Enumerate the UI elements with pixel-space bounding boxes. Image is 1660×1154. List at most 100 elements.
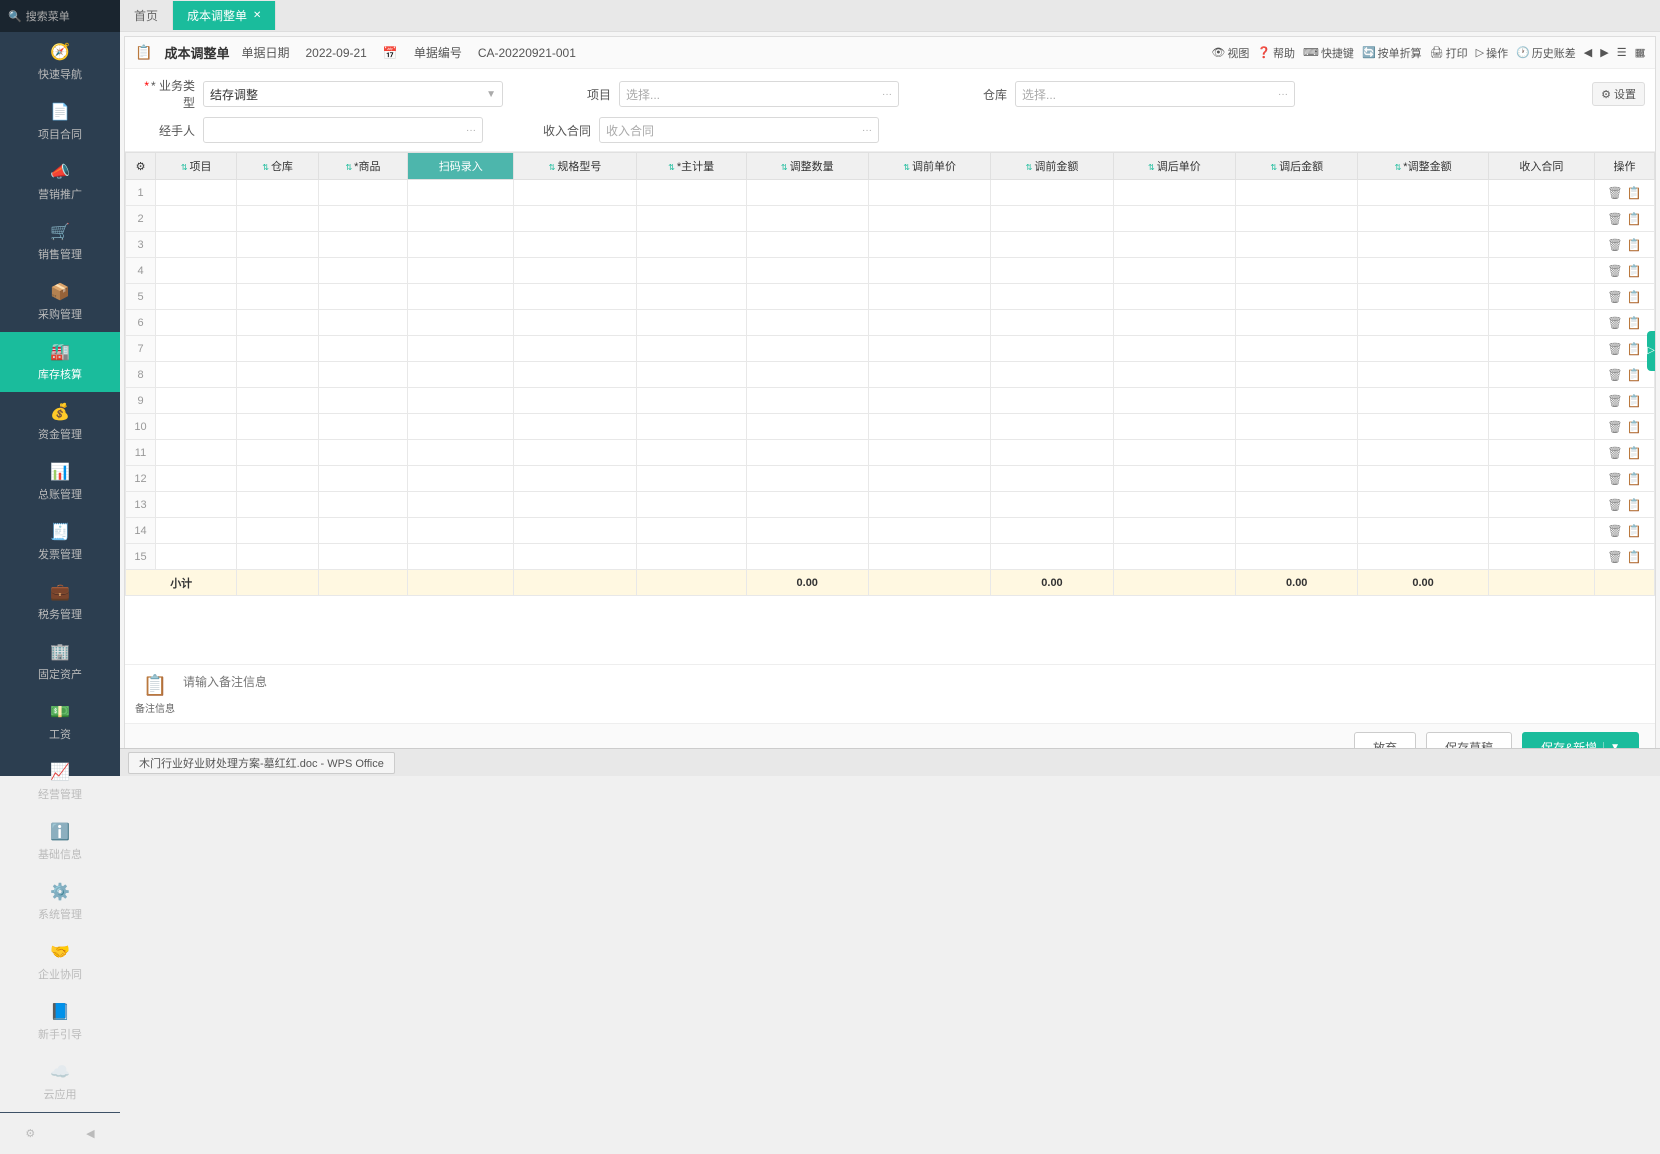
cell-spec[interactable] bbox=[514, 232, 636, 258]
copy-row-icon[interactable]: 📋 bbox=[1627, 472, 1642, 486]
delete-row-icon[interactable]: 🗑 bbox=[1607, 238, 1622, 252]
cell-adj-qty[interactable] bbox=[746, 284, 868, 310]
cell-income-contract[interactable] bbox=[1488, 310, 1594, 336]
cell-warehouse[interactable] bbox=[237, 310, 318, 336]
cell-spec[interactable] bbox=[514, 414, 636, 440]
cell-before-amount[interactable] bbox=[991, 284, 1113, 310]
cell-scan[interactable] bbox=[408, 206, 514, 232]
delete-row-icon[interactable]: 🗑 bbox=[1607, 524, 1622, 538]
notes-input[interactable] bbox=[183, 673, 1645, 703]
cell-goods[interactable] bbox=[318, 232, 407, 258]
cell-spec[interactable] bbox=[514, 544, 636, 570]
delete-row-icon[interactable]: 🗑 bbox=[1607, 186, 1622, 200]
cell-adj-amount[interactable] bbox=[1358, 258, 1488, 284]
cell-before-unit-price[interactable] bbox=[868, 544, 990, 570]
cell-adj-amount[interactable] bbox=[1358, 414, 1488, 440]
cell-unit[interactable] bbox=[636, 310, 746, 336]
cell-adj-qty[interactable] bbox=[746, 258, 868, 284]
table-row[interactable]: 2 🗑 📋 bbox=[126, 206, 1655, 232]
cell-project[interactable] bbox=[156, 466, 237, 492]
cell-spec[interactable] bbox=[514, 180, 636, 206]
cell-warehouse[interactable] bbox=[237, 440, 318, 466]
sidebar-item-company-coop[interactable]: 🤝 企业协同 bbox=[0, 932, 120, 992]
cell-after-amount[interactable] bbox=[1236, 466, 1358, 492]
cell-warehouse[interactable] bbox=[237, 414, 318, 440]
cell-goods[interactable] bbox=[318, 336, 407, 362]
cell-after-unit-price[interactable] bbox=[1113, 544, 1235, 570]
copy-row-icon[interactable]: 📋 bbox=[1627, 212, 1642, 226]
cell-income-contract[interactable] bbox=[1488, 232, 1594, 258]
cell-project[interactable] bbox=[156, 284, 237, 310]
cell-before-amount[interactable] bbox=[991, 492, 1113, 518]
sidebar-item-new-guide[interactable]: 📘 新手引导 bbox=[0, 992, 120, 1052]
cell-spec[interactable] bbox=[514, 310, 636, 336]
cell-before-unit-price[interactable] bbox=[868, 310, 990, 336]
cell-income-contract[interactable] bbox=[1488, 388, 1594, 414]
cell-adj-amount[interactable] bbox=[1358, 310, 1488, 336]
cell-after-unit-price[interactable] bbox=[1113, 518, 1235, 544]
help-action[interactable]: ❓ 帮助 bbox=[1257, 45, 1295, 61]
cell-warehouse[interactable] bbox=[237, 180, 318, 206]
tab-close-icon[interactable]: ✕ bbox=[253, 10, 261, 21]
cell-before-amount[interactable] bbox=[991, 440, 1113, 466]
cell-adj-qty[interactable] bbox=[746, 544, 868, 570]
cell-unit[interactable] bbox=[636, 440, 746, 466]
cell-warehouse[interactable] bbox=[237, 258, 318, 284]
cell-spec[interactable] bbox=[514, 284, 636, 310]
sidebar-item-sales-mgmt[interactable]: 🛒 销售管理 bbox=[0, 212, 120, 272]
cell-scan[interactable] bbox=[408, 180, 514, 206]
cell-warehouse[interactable] bbox=[237, 284, 318, 310]
sidebar-item-cloud-app[interactable]: ☁️ 云应用 bbox=[0, 1052, 120, 1112]
cell-after-unit-price[interactable] bbox=[1113, 232, 1235, 258]
cell-goods[interactable] bbox=[318, 258, 407, 284]
cell-project[interactable] bbox=[156, 310, 237, 336]
cell-unit[interactable] bbox=[636, 414, 746, 440]
setting-button[interactable]: ⚙ 设置 bbox=[1592, 82, 1645, 106]
cell-adj-amount[interactable] bbox=[1358, 180, 1488, 206]
cell-spec[interactable] bbox=[514, 206, 636, 232]
delete-row-icon[interactable]: 🗑 bbox=[1607, 472, 1622, 486]
cell-before-unit-price[interactable] bbox=[868, 518, 990, 544]
cell-unit[interactable] bbox=[636, 362, 746, 388]
cell-adj-amount[interactable] bbox=[1358, 336, 1488, 362]
sidebar-item-purchase-mgmt[interactable]: 📦 采购管理 bbox=[0, 272, 120, 332]
cell-goods[interactable] bbox=[318, 362, 407, 388]
cell-unit[interactable] bbox=[636, 232, 746, 258]
cell-unit[interactable] bbox=[636, 492, 746, 518]
cell-before-unit-price[interactable] bbox=[868, 388, 990, 414]
cell-project[interactable] bbox=[156, 362, 237, 388]
table-row[interactable]: 14 🗑 📋 bbox=[126, 518, 1655, 544]
cell-before-unit-price[interactable] bbox=[868, 206, 990, 232]
cell-adj-qty[interactable] bbox=[746, 310, 868, 336]
cell-income-contract[interactable] bbox=[1488, 336, 1594, 362]
cell-project[interactable] bbox=[156, 492, 237, 518]
cell-after-unit-price[interactable] bbox=[1113, 206, 1235, 232]
cell-adj-qty[interactable] bbox=[746, 362, 868, 388]
cell-before-amount[interactable] bbox=[991, 206, 1113, 232]
sidebar-item-basic-info[interactable]: ℹ️ 基础信息 bbox=[0, 812, 120, 872]
cell-before-unit-price[interactable] bbox=[868, 414, 990, 440]
cell-before-amount[interactable] bbox=[991, 258, 1113, 284]
table-row[interactable]: 3 🗑 📋 bbox=[126, 232, 1655, 258]
cell-income-contract[interactable] bbox=[1488, 414, 1594, 440]
cell-scan[interactable] bbox=[408, 544, 514, 570]
cell-after-amount[interactable] bbox=[1236, 362, 1358, 388]
cell-after-amount[interactable] bbox=[1236, 232, 1358, 258]
cell-warehouse[interactable] bbox=[237, 206, 318, 232]
table-row[interactable]: 7 🗑 📋 bbox=[126, 336, 1655, 362]
cell-project[interactable] bbox=[156, 232, 237, 258]
settings-button[interactable]: ⚙ bbox=[21, 1119, 39, 1148]
cell-before-amount[interactable] bbox=[991, 544, 1113, 570]
cell-adj-amount[interactable] bbox=[1358, 232, 1488, 258]
copy-row-icon[interactable]: 📋 bbox=[1627, 186, 1642, 200]
cell-adj-qty[interactable] bbox=[746, 518, 868, 544]
cell-goods[interactable] bbox=[318, 492, 407, 518]
cell-after-amount[interactable] bbox=[1236, 336, 1358, 362]
cell-project[interactable] bbox=[156, 336, 237, 362]
cell-income-contract[interactable] bbox=[1488, 440, 1594, 466]
copy-row-icon[interactable]: 📋 bbox=[1627, 316, 1642, 330]
copy-row-icon[interactable]: 📋 bbox=[1627, 394, 1642, 408]
table-row[interactable]: 6 🗑 📋 bbox=[126, 310, 1655, 336]
table-row[interactable]: 5 🗑 📋 bbox=[126, 284, 1655, 310]
cell-after-amount[interactable] bbox=[1236, 388, 1358, 414]
